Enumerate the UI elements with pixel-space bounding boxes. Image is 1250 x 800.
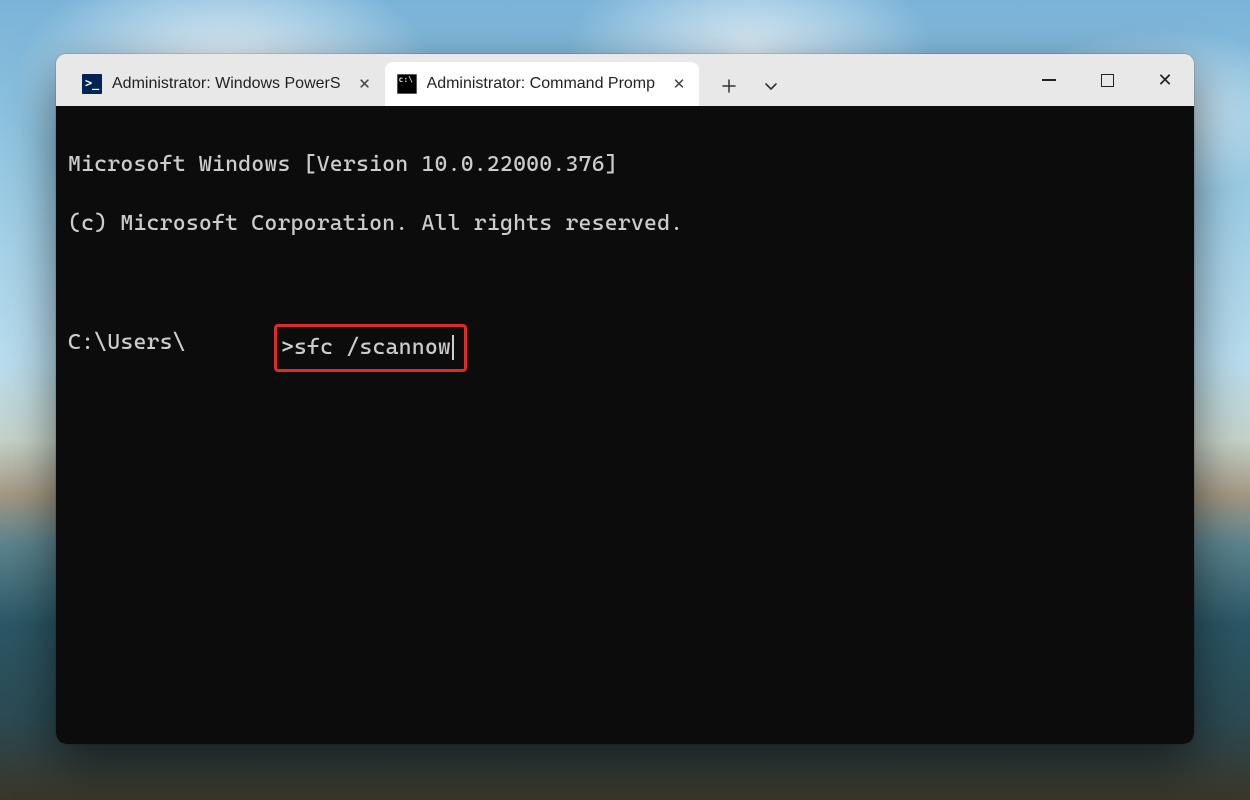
tab-close-button[interactable]: ✕ — [669, 74, 689, 94]
tab-actions — [699, 60, 791, 106]
maximize-icon — [1101, 74, 1114, 87]
powershell-icon — [82, 74, 102, 94]
terminal-output[interactable]: Microsoft Windows [Version 10.0.22000.37… — [56, 106, 1194, 744]
close-icon: ✕ — [673, 77, 686, 92]
plus-icon — [721, 78, 737, 94]
prompt-suffix: > — [281, 335, 294, 360]
tab-close-button[interactable]: ✕ — [355, 74, 375, 94]
tab-label: Administrator: Windows PowerS — [112, 75, 341, 93]
minimize-icon — [1042, 79, 1056, 81]
prompt-line: C:\Users\ >sfc /scannow — [68, 328, 1182, 372]
tab-command-prompt[interactable]: Administrator: Command Promp ✕ — [385, 62, 700, 106]
tab-powershell[interactable]: Administrator: Windows PowerS ✕ — [70, 62, 385, 106]
cmd-icon — [397, 74, 417, 94]
titlebar[interactable]: Administrator: Windows PowerS ✕ Administ… — [56, 54, 1194, 106]
text-cursor — [452, 335, 454, 360]
version-line: Microsoft Windows [Version 10.0.22000.37… — [68, 150, 1182, 180]
window-controls: ✕ — [1020, 54, 1194, 106]
close-icon: ✕ — [1157, 71, 1172, 89]
tab-dropdown-button[interactable] — [751, 66, 791, 106]
maximize-button[interactable] — [1078, 54, 1136, 106]
minimize-button[interactable] — [1020, 54, 1078, 106]
command-highlight: >sfc /scannow — [274, 324, 467, 372]
chevron-down-icon — [763, 78, 779, 94]
tab-label: Administrator: Command Promp — [427, 75, 656, 93]
prompt-prefix: C:\Users\ — [68, 328, 186, 358]
new-tab-button[interactable] — [709, 66, 749, 106]
terminal-window: Administrator: Windows PowerS ✕ Administ… — [56, 54, 1194, 744]
tab-strip: Administrator: Windows PowerS ✕ Administ… — [56, 54, 791, 106]
close-window-button[interactable]: ✕ — [1136, 54, 1194, 106]
redacted-username — [186, 328, 276, 354]
blank-line — [68, 268, 1182, 298]
copyright-line: (c) Microsoft Corporation. All rights re… — [68, 209, 1182, 239]
titlebar-drag-region[interactable] — [791, 54, 1020, 106]
typed-command: sfc /scannow — [294, 335, 451, 360]
close-icon: ✕ — [358, 77, 371, 92]
